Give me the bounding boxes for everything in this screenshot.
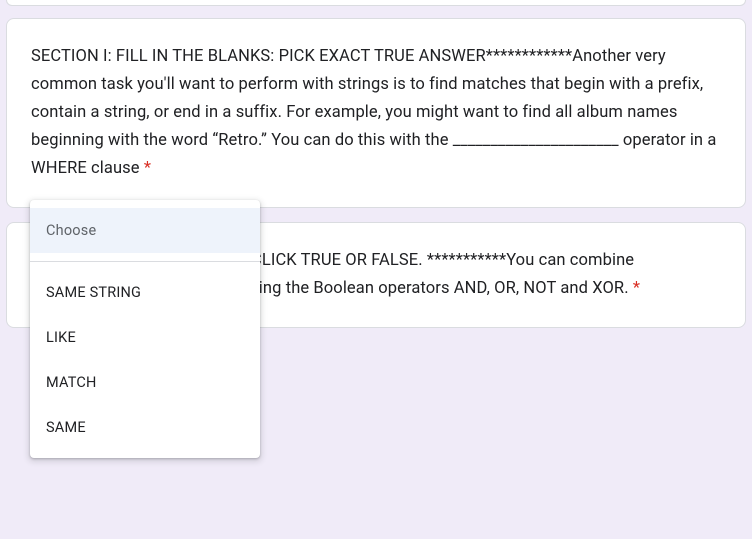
question-2-line1: ) CLICK TRUE OR FALSE. ***********You ca… [241,251,634,270]
dropdown-option-same[interactable]: SAME [30,405,260,450]
dropdown-placeholder-option[interactable]: Choose [30,208,260,253]
question-1-body: SECTION I: FILL IN THE BLANKS: PICK EXAC… [31,47,716,178]
required-asterisk-2: * [633,279,640,298]
dropdown-option-like[interactable]: LIKE [30,315,260,360]
required-asterisk: * [144,159,151,178]
question-1-text: SECTION I: FILL IN THE BLANKS: PICK EXAC… [31,43,721,183]
dropdown-option-match[interactable]: MATCH [30,360,260,405]
question-2-line2: using the Boolean operators AND, OR, NOT… [241,279,629,298]
dropdown-option-same-string[interactable]: SAME STRING [30,270,260,315]
dropdown-divider [30,261,260,262]
previous-card-bottom-edge [6,0,746,6]
dropdown-menu[interactable]: Choose SAME STRING LIKE MATCH SAME [30,200,260,458]
question-card-1: SECTION I: FILL IN THE BLANKS: PICK EXAC… [6,18,746,208]
